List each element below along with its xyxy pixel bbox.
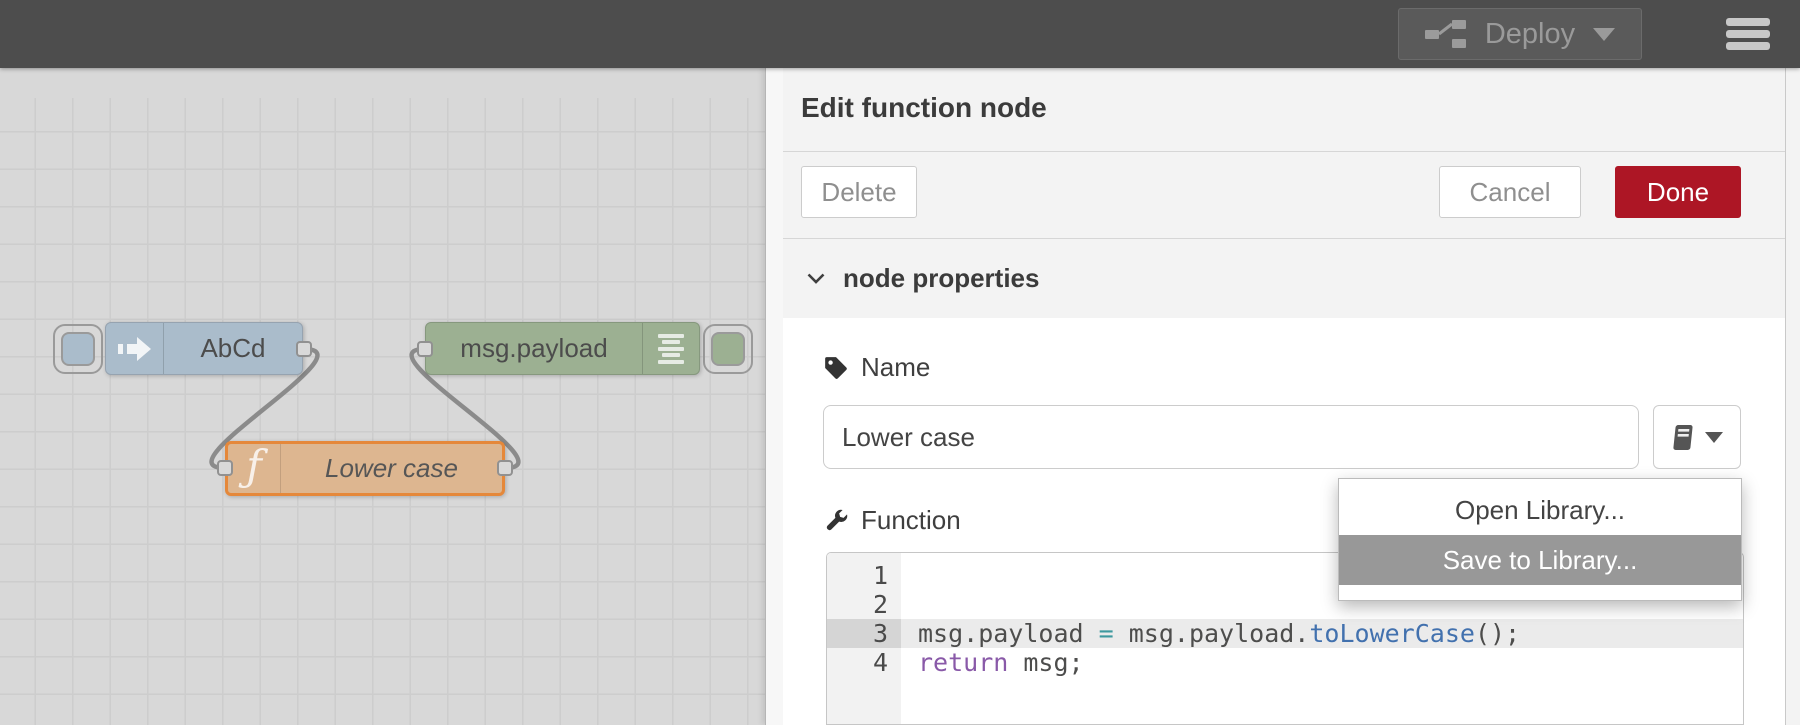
chevron-down-icon: [807, 273, 825, 284]
tray-resize-handle[interactable]: [765, 68, 783, 725]
name-input[interactable]: [823, 405, 1639, 469]
function-node-selected[interactable]: ƒ Lower case: [225, 441, 505, 496]
inject-trigger-button[interactable]: [53, 324, 103, 374]
debug-input-port[interactable]: [417, 341, 433, 357]
debug-lines-icon: [642, 323, 699, 374]
flow-canvas[interactable]: AbCd ƒ Lower case msg.payload: [0, 68, 765, 725]
debug-node-label: msg.payload: [460, 333, 608, 363]
code-line[interactable]: return msg;: [901, 648, 1743, 677]
inject-node-label: AbCd: [200, 333, 266, 363]
done-button[interactable]: Done: [1615, 166, 1741, 218]
code-line[interactable]: msg.payload = msg.payload.toLowerCase();: [901, 619, 1743, 648]
edit-tray: Edit function node Delete Cancel Done no…: [783, 68, 1800, 725]
inject-output-port[interactable]: [296, 341, 312, 357]
menu-item[interactable]: Save to Library...: [1339, 535, 1741, 585]
tray-title: Edit function node: [801, 92, 1047, 123]
deploy-label: Deploy: [1484, 17, 1576, 50]
debug-node[interactable]: msg.payload: [425, 322, 700, 375]
tray-header: Edit function node: [783, 68, 1785, 152]
inject-node[interactable]: AbCd: [105, 322, 303, 375]
library-dropdown-button[interactable]: [1653, 405, 1741, 469]
node-properties-section-toggle[interactable]: node properties: [783, 239, 1785, 318]
header-bar: Deploy: [0, 0, 1800, 68]
deploy-flow-icon: [1424, 20, 1466, 48]
line-number: 1: [872, 561, 888, 590]
function-input-port[interactable]: [217, 460, 233, 476]
line-number: 4: [872, 648, 888, 677]
section-title: node properties: [843, 263, 1040, 293]
cancel-button[interactable]: Cancel: [1439, 166, 1581, 218]
function-node-label: Lower case: [325, 453, 458, 483]
menu-item[interactable]: Open Library...: [1339, 485, 1741, 535]
tray-scrollbar-track[interactable]: [1785, 68, 1800, 725]
deploy-caret-icon[interactable]: [1593, 27, 1616, 41]
inject-arrow-icon: [106, 323, 164, 374]
library-caret-icon: [1705, 431, 1723, 443]
editor-gutter: 1234: [827, 553, 901, 724]
line-number: 3: [827, 619, 901, 648]
name-label-text: Name: [861, 352, 931, 382]
function-label-text: Function: [861, 505, 961, 535]
library-menu: Open Library... Save to Library...: [1338, 478, 1742, 601]
main-menu-icon[interactable]: [1726, 18, 1770, 54]
book-icon: [1673, 424, 1693, 450]
wire-layer: [209, 346, 521, 471]
name-field-label: Name: [823, 352, 1741, 383]
delete-button[interactable]: Delete: [801, 166, 917, 218]
tag-icon: [825, 356, 847, 379]
function-icon: ƒ: [228, 444, 281, 493]
wrench-icon: [826, 509, 848, 530]
line-number: 2: [872, 590, 888, 619]
function-output-port[interactable]: [497, 460, 513, 476]
debug-toggle-button[interactable]: [703, 324, 753, 374]
deploy-button[interactable]: Deploy: [1398, 8, 1642, 60]
tray-toolbar: Delete Cancel Done: [783, 152, 1785, 239]
